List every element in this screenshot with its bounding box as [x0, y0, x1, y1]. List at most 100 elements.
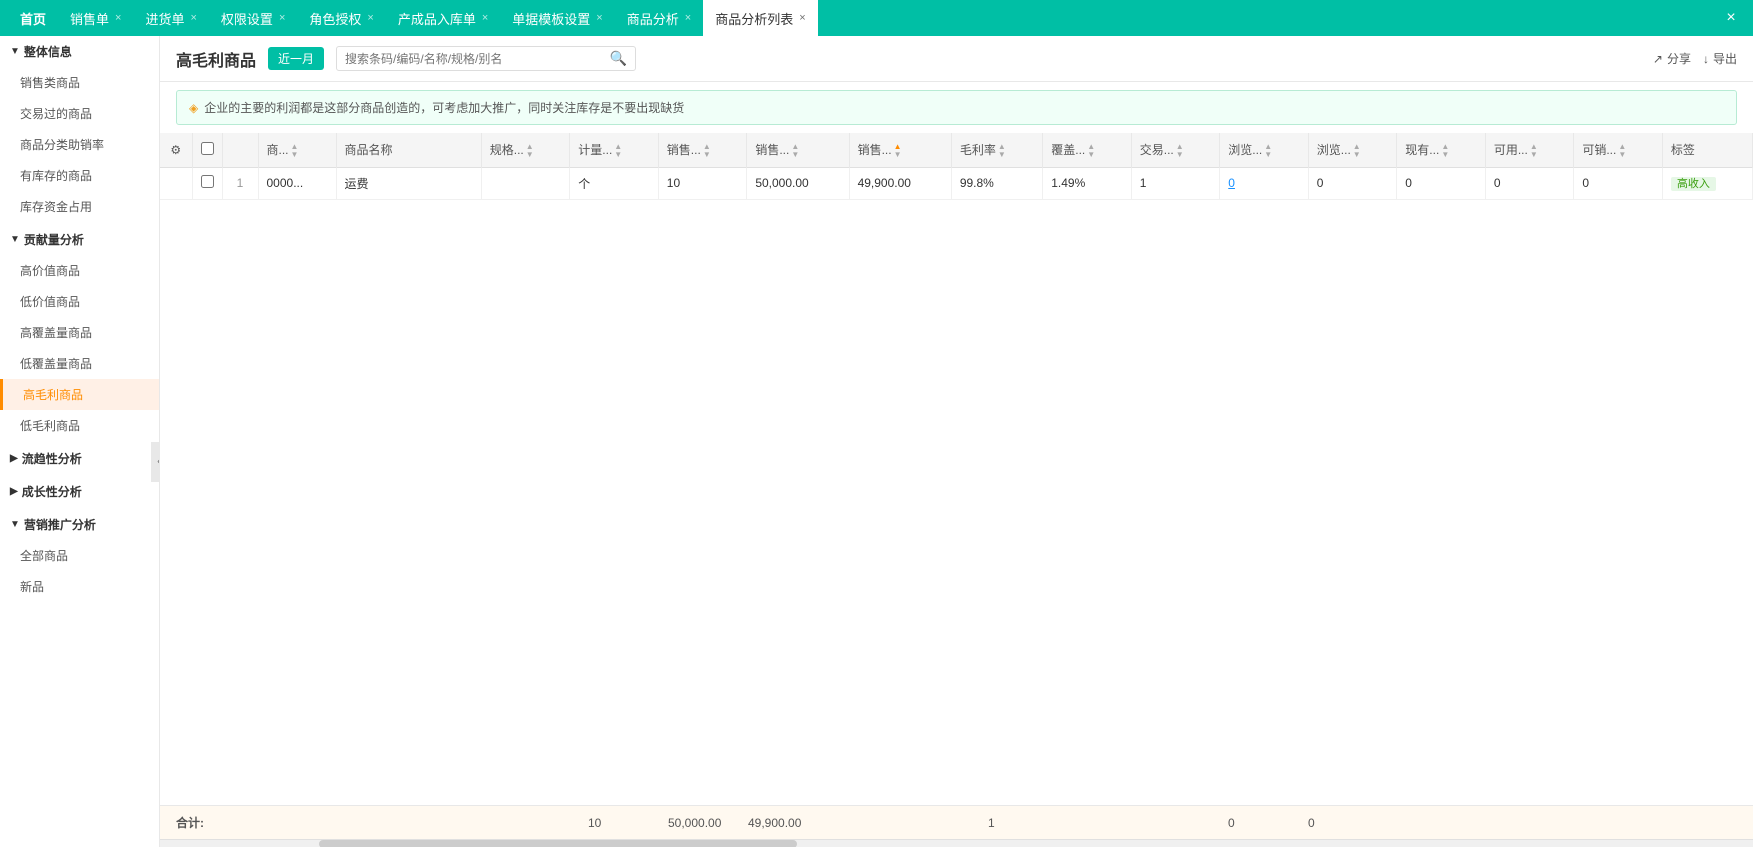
nav-tab-permission-close[interactable]: ×	[279, 12, 285, 24]
sales-amount-col-header: 销售...▲▼	[747, 133, 849, 167]
row-sales-amount: 50,000.00	[747, 167, 849, 199]
nav-tab-analysis[interactable]: 商品分析 ×	[615, 0, 703, 36]
nav-tab-role[interactable]: 角色授权 ×	[297, 0, 385, 36]
sidebar: « ▼ 整体信息 销售类商品 交易过的商品 商品分类助销率 有库存的商品 库存资…	[0, 36, 160, 847]
sidebar-group-marketing-title[interactable]: ▼ 营销推广分析	[0, 509, 159, 540]
sidebar-group-growth-title[interactable]: ▶ 成长性分析	[0, 476, 159, 507]
sidebar-item-stock-goods[interactable]: 有库存的商品	[0, 160, 159, 191]
share-button[interactable]: ↗ 分享	[1653, 50, 1691, 67]
nav-tab-home-label: 首页	[20, 9, 46, 28]
sidebar-item-all-goods[interactable]: 全部商品	[0, 540, 159, 571]
row-select-checkbox[interactable]	[201, 175, 214, 188]
search-input[interactable]	[345, 52, 610, 66]
code-sort-icon[interactable]: ▲▼	[291, 143, 299, 159]
scrollbar-track	[160, 840, 1753, 847]
content-area: 高毛利商品 近一月 🔍 ↗ 分享 ↓ 导出 ◈ 企业的主	[160, 36, 1753, 847]
export-button[interactable]: ↓ 导出	[1703, 50, 1737, 67]
sidebar-item-high-value[interactable]: 高价值商品	[0, 255, 159, 286]
sidebar-collapse-button[interactable]: «	[151, 442, 160, 482]
nav-tab-analysis-list-close[interactable]: ×	[799, 12, 805, 24]
row-current-stock: 0	[1397, 167, 1486, 199]
data-table: ⚙ 商...▲▼ 商品名称 规格...▲▼	[160, 133, 1753, 200]
main-layout: « ▼ 整体信息 销售类商品 交易过的商品 商品分类助销率 有库存的商品 库存资…	[0, 36, 1753, 847]
transactions-col-header: 交易...▲▼	[1131, 133, 1220, 167]
row-transactions: 1	[1131, 167, 1220, 199]
nav-tab-purchase-label: 进货单	[145, 9, 184, 28]
nav-tab-role-close[interactable]: ×	[367, 12, 373, 24]
sidebar-item-new-goods[interactable]: 新品	[0, 571, 159, 602]
scrollbar-thumb[interactable]	[319, 840, 797, 847]
time-filter-button[interactable]: 近一月	[268, 47, 324, 70]
row-coverage: 1.49%	[1043, 167, 1132, 199]
sidebar-item-stock-capital[interactable]: 库存资金占用	[0, 191, 159, 222]
nav-tab-permission[interactable]: 权限设置 ×	[209, 0, 297, 36]
row-checkbox	[192, 167, 222, 199]
sidebar-group-contribution-title[interactable]: ▼ 贡献量分析	[0, 224, 159, 255]
nav-tab-purchase-close[interactable]: ×	[190, 12, 196, 24]
nav-tab-template-close[interactable]: ×	[596, 12, 602, 24]
sidebar-group-overall-label: 整体信息	[24, 43, 72, 60]
unit-col-header: 计量...▲▼	[570, 133, 659, 167]
checkbox-col-header	[192, 133, 222, 167]
nav-tab-permission-label: 权限设置	[221, 9, 273, 28]
sidebar-item-low-margin[interactable]: 低毛利商品	[0, 410, 159, 441]
table-container: ⚙ 商...▲▼ 商品名称 规格...▲▼	[160, 133, 1753, 805]
table-row: 1 0000... 运费 个 10 50,000.00 49,900.00 99…	[160, 167, 1753, 199]
nav-tab-product-warehouse[interactable]: 产成品入库单 ×	[386, 0, 500, 36]
browse-a-link[interactable]: 0	[1228, 176, 1235, 190]
close-all-tabs-button[interactable]: ×	[1717, 4, 1745, 32]
sales-qty-sort-icon[interactable]: ▲▼	[703, 143, 711, 159]
browse-a-sort-icon[interactable]: ▲▼	[1264, 143, 1272, 159]
nav-tab-purchase[interactable]: 进货单 ×	[133, 0, 208, 36]
browse-b-sort-icon[interactable]: ▲▼	[1353, 143, 1361, 159]
footer-label: 合计:	[176, 814, 204, 831]
coverage-sort-icon[interactable]: ▲▼	[1087, 143, 1095, 159]
settings-icon[interactable]: ⚙	[170, 143, 181, 157]
row-browse-a: 0	[1220, 167, 1309, 199]
tag-badge: 高收入	[1671, 177, 1716, 191]
nav-tab-template[interactable]: 单据模板设置 ×	[500, 0, 614, 36]
footer-transactions: 1	[980, 816, 1060, 830]
horizontal-scrollbar[interactable]	[160, 839, 1753, 847]
gross-rate-sort-icon[interactable]: ▲▼	[998, 143, 1006, 159]
sidebar-item-low-value[interactable]: 低价值商品	[0, 286, 159, 317]
code-col-header: 商...▲▼	[258, 133, 336, 167]
row-tag: 高收入	[1662, 167, 1752, 199]
sales-cost-col-header: 销售...▲▼	[849, 133, 951, 167]
row-code: 0000...	[258, 167, 336, 199]
row-gross-rate: 99.8%	[951, 167, 1042, 199]
sidebar-group-growth: ▶ 成长性分析	[0, 476, 159, 507]
sidebar-item-sales-goods[interactable]: 销售类商品	[0, 67, 159, 98]
transactions-sort-icon[interactable]: ▲▼	[1176, 143, 1184, 159]
current-stock-sort-icon[interactable]: ▲▼	[1441, 143, 1449, 159]
nav-tab-product-warehouse-close[interactable]: ×	[482, 12, 488, 24]
unit-sort-icon[interactable]: ▲▼	[614, 143, 622, 159]
sidebar-item-high-margin[interactable]: 高毛利商品	[0, 379, 159, 410]
sales-amount-sort-icon[interactable]: ▲▼	[791, 143, 799, 159]
nav-tab-sales-label: 销售单	[70, 9, 109, 28]
available-stock-sort-icon[interactable]: ▲▼	[1530, 143, 1538, 159]
spec-sort-icon[interactable]: ▲▼	[526, 143, 534, 159]
search-icon[interactable]: 🔍	[610, 50, 627, 67]
sales-cost-sort-icon[interactable]: ▲▼	[894, 143, 902, 159]
info-banner-text: 企业的主要的利润都是这部分商品创造的，可考虑加大推广，同时关注库存是不要出现缺货	[204, 99, 684, 116]
sidebar-item-category-rate[interactable]: 商品分类助销率	[0, 129, 159, 160]
select-all-checkbox[interactable]	[201, 142, 214, 155]
available-stock-col-header: 可用...▲▼	[1485, 133, 1574, 167]
sidebar-group-trend: ▶ 流趋性分析	[0, 443, 159, 474]
nav-tab-home[interactable]: 首页	[8, 0, 58, 36]
info-icon: ◈	[189, 101, 198, 115]
table-header-row: ⚙ 商...▲▼ 商品名称 规格...▲▼	[160, 133, 1753, 167]
nav-tab-analysis-close[interactable]: ×	[685, 12, 691, 24]
index-col-header	[222, 133, 258, 167]
sidebar-group-overall-title[interactable]: ▼ 整体信息	[0, 36, 159, 67]
sidebar-item-high-coverage[interactable]: 高覆盖量商品	[0, 317, 159, 348]
sidebar-item-traded-goods[interactable]: 交易过的商品	[0, 98, 159, 129]
sidebar-item-low-coverage[interactable]: 低覆盖量商品	[0, 348, 159, 379]
nav-tab-sales[interactable]: 销售单 ×	[58, 0, 133, 36]
sidebar-group-marketing: ▼ 营销推广分析 全部商品 新品	[0, 509, 159, 602]
sidebar-group-trend-title[interactable]: ▶ 流趋性分析	[0, 443, 159, 474]
nav-tab-sales-close[interactable]: ×	[115, 12, 121, 24]
nav-tab-analysis-list[interactable]: 商品分析列表 ×	[703, 0, 817, 36]
sellable-stock-sort-icon[interactable]: ▲▼	[1618, 143, 1626, 159]
